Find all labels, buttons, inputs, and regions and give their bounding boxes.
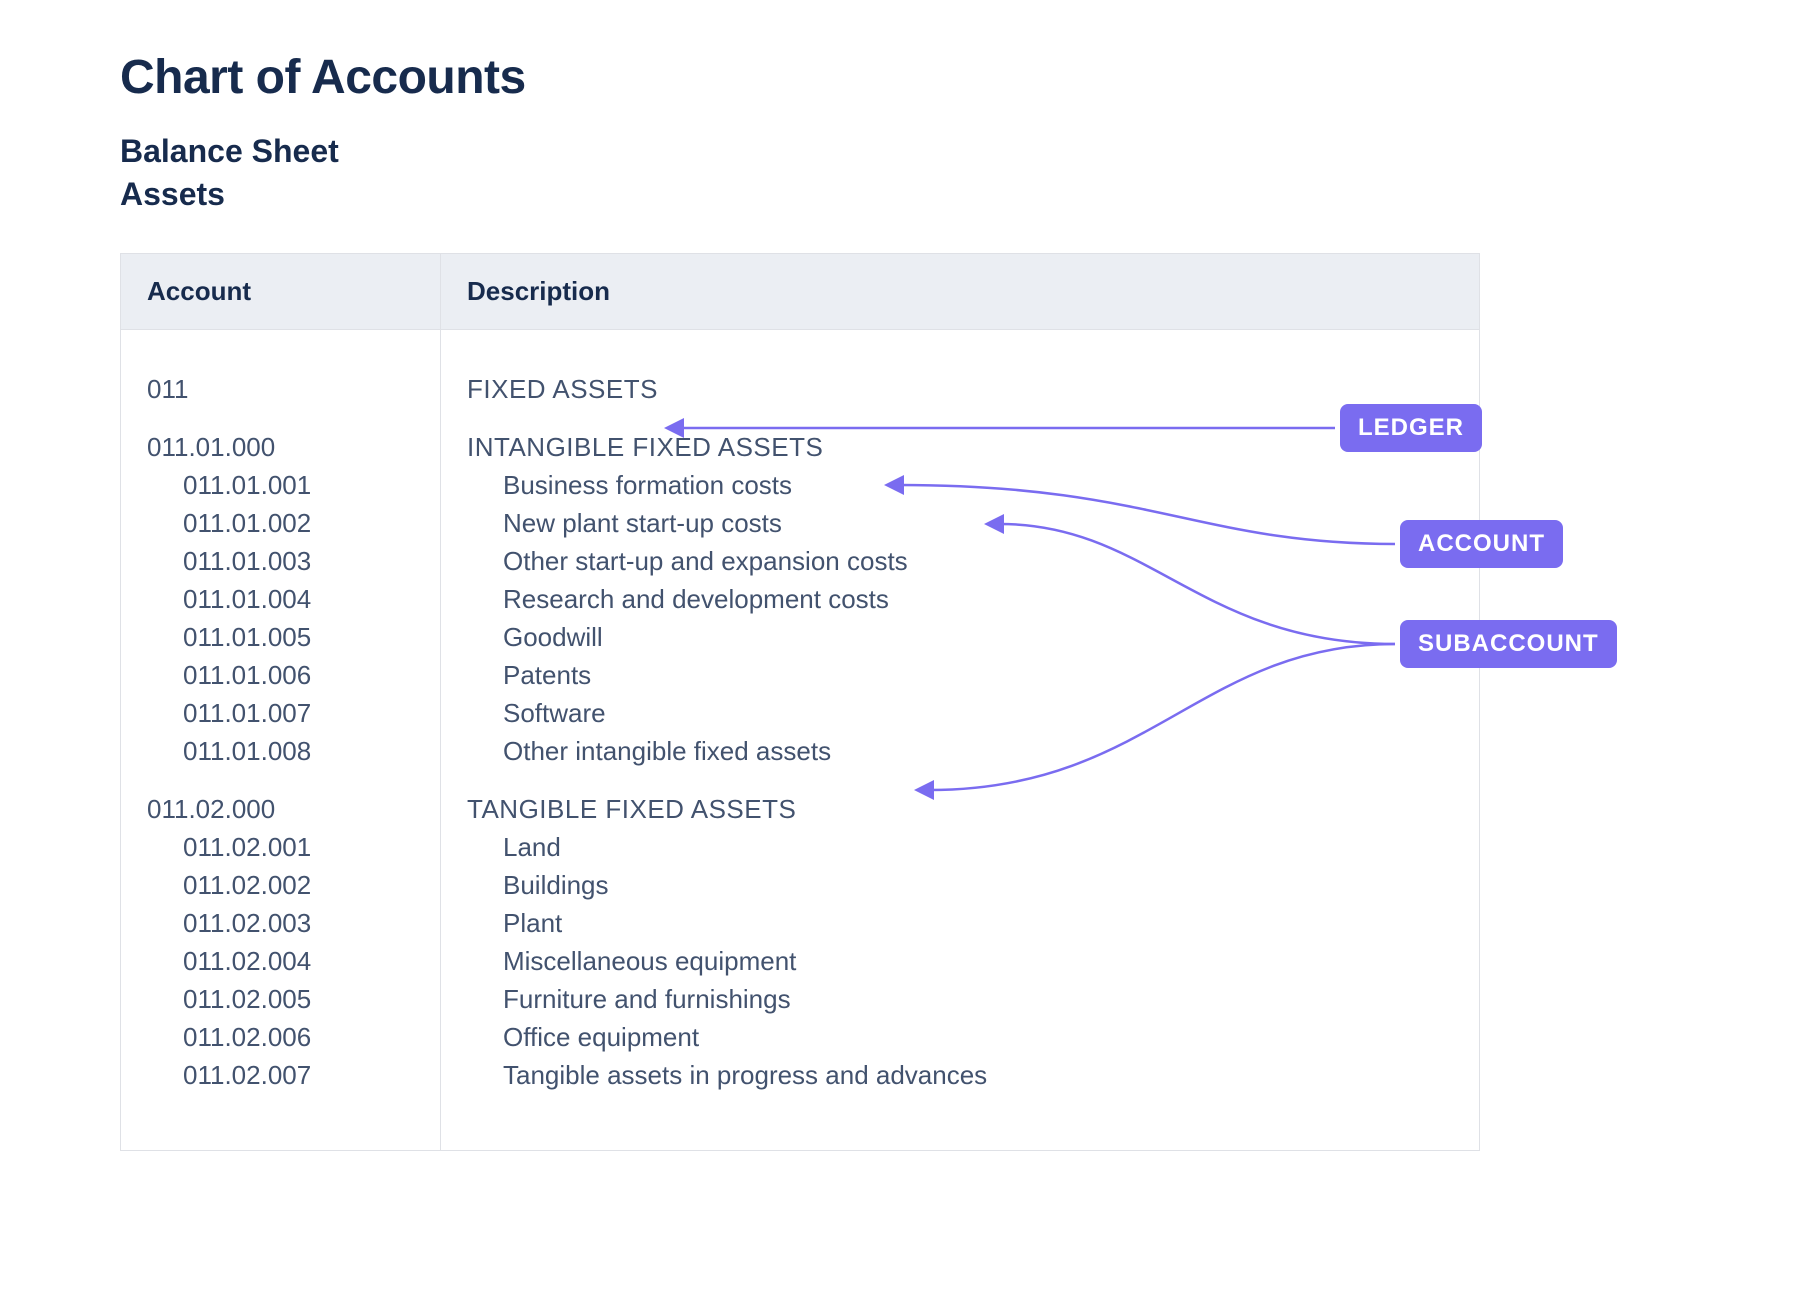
account-description: Other start-up and expansion costs [467, 542, 1453, 580]
account-code: 011.01.007 [147, 694, 414, 732]
table-header: Account Description [121, 254, 1479, 330]
account-description: Software [467, 694, 1453, 732]
column-header-description: Description [441, 254, 1479, 329]
account-code: 011.02.002 [147, 866, 414, 904]
account-description: Buildings [467, 866, 1453, 904]
account-description: Furniture and furnishings [467, 980, 1453, 1018]
account-description: TANGIBLE FIXED ASSETS [467, 790, 1453, 828]
account-code: 011.01.001 [147, 466, 414, 504]
account-code: 011.02.003 [147, 904, 414, 942]
account-description: Patents [467, 656, 1453, 694]
account-description: Plant [467, 904, 1453, 942]
account-code: 011.01.006 [147, 656, 414, 694]
column-header-account: Account [121, 254, 441, 329]
account-description: Land [467, 828, 1453, 866]
account-code: 011.02.004 [147, 942, 414, 980]
account-code: 011.01.005 [147, 618, 414, 656]
subtitle-balance-sheet: Balance Sheet [120, 133, 1680, 170]
account-code: 011.02.001 [147, 828, 414, 866]
account-code: 011.01.004 [147, 580, 414, 618]
account-code: 011.01.002 [147, 504, 414, 542]
account-code: 011 [147, 370, 414, 408]
account-description: Office equipment [467, 1018, 1453, 1056]
account-description: INTANGIBLE FIXED ASSETS [467, 428, 1453, 466]
subtitle-assets: Assets [120, 176, 1680, 213]
account-code: 011.02.007 [147, 1056, 414, 1094]
page-title: Chart of Accounts [120, 50, 1680, 105]
account-code: 011.01.008 [147, 732, 414, 770]
badge-ledger: LEDGER [1340, 404, 1482, 452]
account-description: FIXED ASSETS [467, 370, 1453, 408]
account-code: 011.02.005 [147, 980, 414, 1018]
column-account-codes: 011011.01.000011.01.001011.01.002011.01.… [121, 330, 441, 1150]
account-description: Tangible assets in progress and advances [467, 1056, 1453, 1094]
account-code: 011.01.000 [147, 428, 414, 466]
badge-account: ACCOUNT [1400, 520, 1563, 568]
accounts-table: Account Description 011011.01.000011.01.… [120, 253, 1480, 1151]
account-description: Research and development costs [467, 580, 1453, 618]
account-description: Other intangible fixed assets [467, 732, 1453, 770]
account-description: Miscellaneous equipment [467, 942, 1453, 980]
account-code: 011.02.000 [147, 790, 414, 828]
badge-subaccount: SUBACCOUNT [1400, 620, 1617, 668]
account-description: New plant start-up costs [467, 504, 1453, 542]
account-description: Goodwill [467, 618, 1453, 656]
column-descriptions: FIXED ASSETS INTANGIBLE FIXED ASSETSBusin… [441, 330, 1479, 1150]
account-code: 011.02.006 [147, 1018, 414, 1056]
account-code: 011.01.003 [147, 542, 414, 580]
account-description: Business formation costs [467, 466, 1453, 504]
